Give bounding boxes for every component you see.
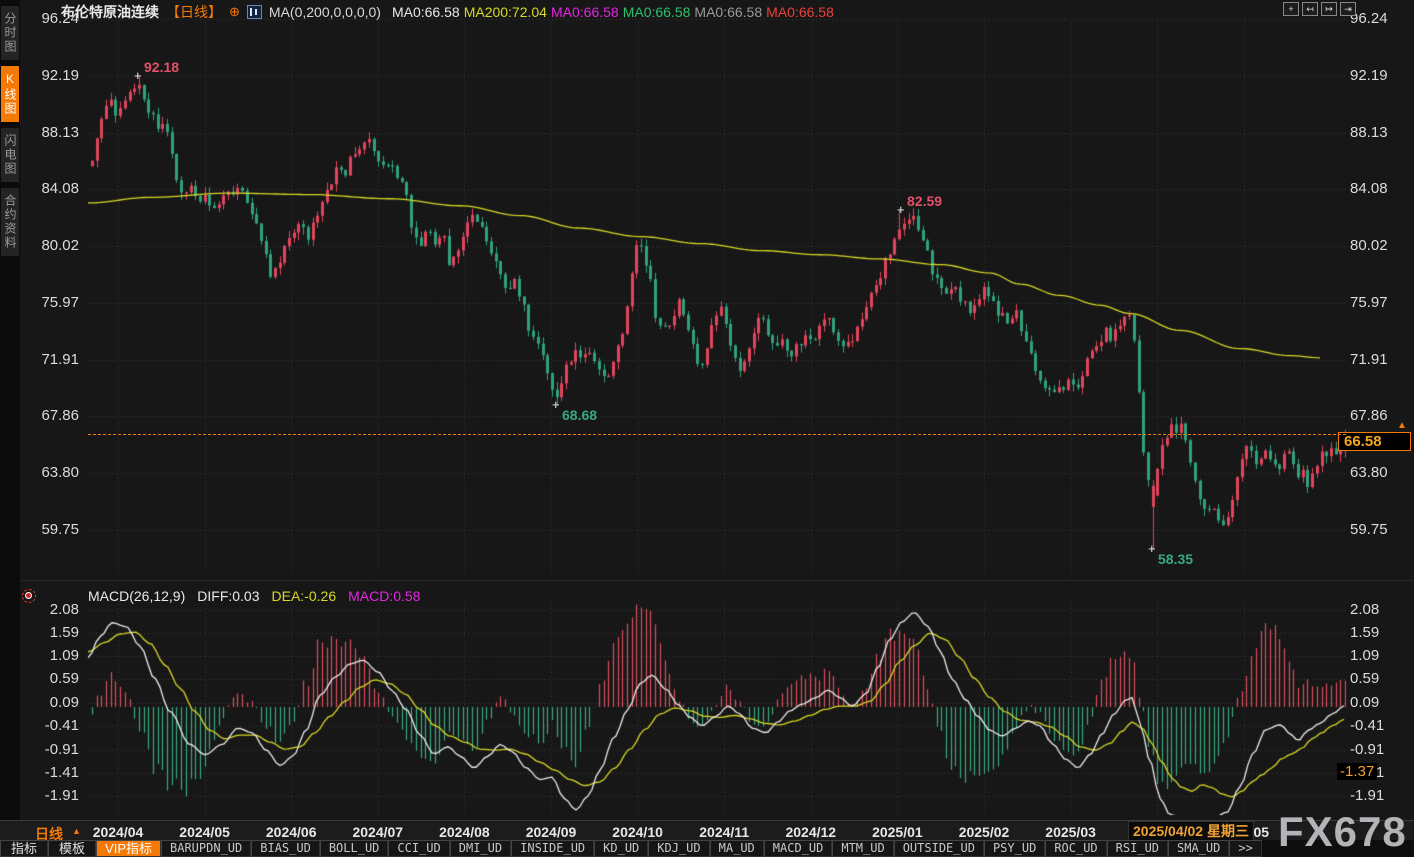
indicator-toolbar: 指标 模板 VIP指标 BARUPDN_UD BIAS_UD BOLL_UD CCI_UD D…: [0, 840, 1414, 857]
toolbar-item-8[interactable]: INSIDE_UD: [511, 840, 595, 857]
month-tick-label: 2024/08: [439, 824, 490, 840]
sidebar-item-2[interactable]: 闪电图: [1, 128, 19, 182]
toolbar-item-10[interactable]: KDJ_UD: [648, 840, 710, 857]
time-axis-row: 日线 ▲ 2024/04 2024/05 2024/06 2024/07 2024/08…: [0, 820, 1414, 842]
toolbar-item-9[interactable]: KD_UD: [594, 840, 649, 857]
toolbar-item-17[interactable]: RSI_UD: [1106, 840, 1169, 857]
month-tick-label: 2024/11: [699, 824, 750, 840]
macd-title: MACD(26,12,9): [88, 588, 186, 604]
candlestick-icon[interactable]: [246, 5, 262, 19]
month-tick-label: 2024/06: [265, 824, 317, 840]
month-tick-label: 2025/03: [1045, 824, 1096, 840]
month-tick-label: 2025/02: [958, 824, 1010, 840]
ma-values-group: MA0:66.58 MA200:72.04 MA0:66.58 MA0:66.58 MA…: [388, 4, 834, 20]
toolbar-item-more[interactable]: >>: [1229, 840, 1262, 857]
ma-value-2: MA0:66.58: [550, 4, 619, 20]
toolbar-item-3[interactable]: BARUPDN_UD: [161, 840, 252, 857]
toolbar-item-14[interactable]: OUTSIDE_UD: [893, 840, 984, 857]
month-tick-label: 2024/10: [612, 824, 663, 840]
month-tick-label: 2025/01: [872, 824, 923, 840]
macd-diff-value: DIFF:0.03: [197, 588, 260, 604]
month-tick-label: 2024/04: [92, 824, 144, 840]
pan-icon[interactable]: +: [1283, 2, 1299, 16]
toolbar-item-12[interactable]: MACD_UD: [763, 840, 833, 857]
axis-left-icon[interactable]: ↤: [1302, 2, 1318, 16]
ma-value-3: MA0:66.58: [622, 4, 691, 20]
toolbar-item-5[interactable]: BOLL_UD: [319, 840, 389, 857]
ma-value-5: MA0:66.58: [766, 4, 834, 20]
period-arrow-icon[interactable]: ▲: [72, 826, 81, 836]
month-tick-label: 2024/05: [179, 824, 230, 840]
macd-macd-value: MACD:0.58: [348, 588, 421, 604]
macd-dea-value: DEA:-0.26: [271, 588, 337, 604]
sidebar-item-3[interactable]: 合约资料: [1, 188, 19, 256]
toolbar-item-6[interactable]: CCI_UD: [388, 840, 450, 857]
sidebar-item-1[interactable]: K线图: [1, 66, 19, 122]
axis-shift-icon[interactable]: ⇥: [1340, 2, 1356, 16]
toolbar-item-2[interactable]: VIP指标: [96, 840, 161, 857]
toolbar-item-0[interactable]: 指标: [0, 840, 49, 857]
ma-value-4: MA0:66.58: [694, 4, 763, 20]
sidebar-item-0[interactable]: 分时图: [1, 6, 19, 60]
period-tag: 【日线】: [166, 4, 222, 20]
toolbar-item-13[interactable]: MTM_UD: [832, 840, 894, 857]
instrument-title: 布伦特原油连续: [61, 4, 159, 20]
toolbar-item-15[interactable]: PSY_UD: [983, 840, 1046, 857]
ma-value-0: MA0:66.58: [391, 4, 460, 20]
crosshair-date-tooltip: 2025/04/02 星期三: [1128, 821, 1254, 841]
left-sidebar: 分时图 K线图闪电图合约资料: [0, 0, 20, 820]
toolbar-item-11[interactable]: MA_UD: [709, 840, 764, 857]
month-tick-label: 2024/09: [525, 824, 577, 840]
chart-tool-buttons: + ↤ ↦ ⇥: [1283, 2, 1356, 16]
trading-app-window: 分时图 K线图闪电图合约资料 布伦特原油连续 【日线】 ⊕ MA(0,200,0,…: [0, 0, 1414, 857]
toolbar-item-18[interactable]: SMA_UD: [1168, 840, 1230, 857]
ma-value-1: MA200:72.04: [463, 4, 547, 20]
ma-settings-label: MA(0,200,0,0,0,0): [268, 4, 381, 20]
toolbar-item-16[interactable]: ROC_UD: [1045, 840, 1107, 857]
month-tick-label: 2024/12: [785, 824, 837, 840]
toolbar-item-1[interactable]: 模板: [48, 840, 97, 857]
candlestick-chart-canvas[interactable]: [0, 0, 1414, 820]
indicator-alert-icon[interactable]: [22, 589, 36, 603]
axis-right-icon[interactable]: ↦: [1321, 2, 1337, 16]
toolbar-item-4[interactable]: BIAS_UD: [251, 840, 320, 857]
chart-header: 布伦特原油连续 【日线】 ⊕ MA(0,200,0,0,0,0) MA0:66.…: [61, 2, 834, 22]
toolbar-item-7[interactable]: DMI_UD: [449, 840, 512, 857]
macd-indicator-header: MACD(26,12,9) DIFF:0.03 DEA:-0.26 MACD:0…: [88, 588, 420, 604]
month-tick-label: 2024/07: [352, 824, 404, 840]
circle-plus-icon[interactable]: ⊕: [229, 4, 240, 20]
